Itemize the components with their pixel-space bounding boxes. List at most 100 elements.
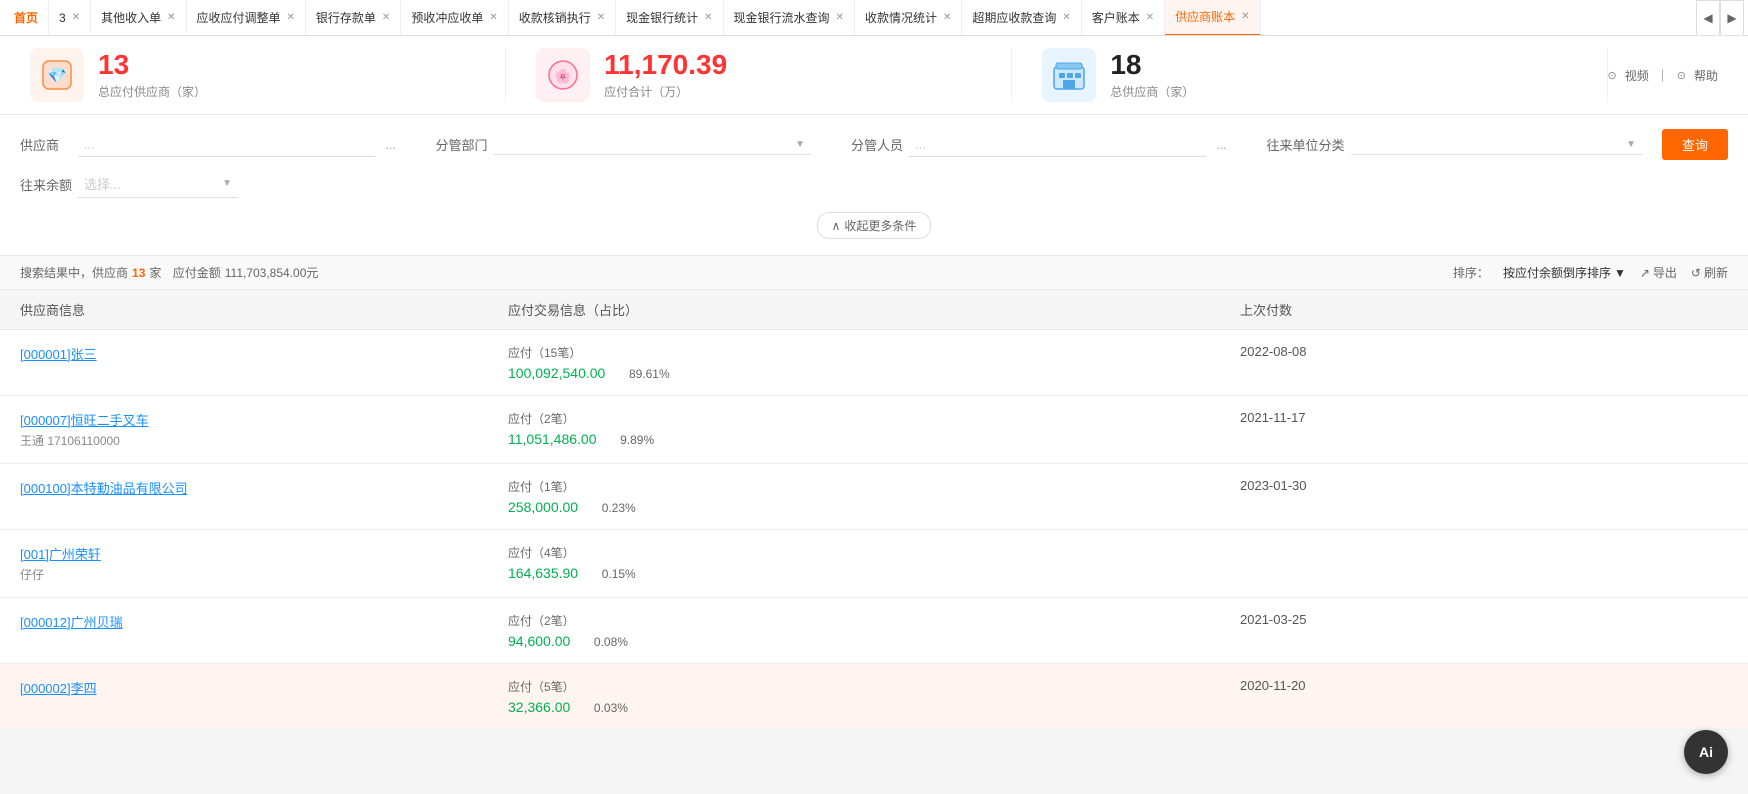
results-payable-label: 应付金额 [173,264,221,281]
tab-home[interactable]: 首页 [4,0,49,36]
tab-bank-deposit-label: 银行存款单 [316,9,376,26]
payable-count-beizui: 应付（2笔） [508,612,1240,629]
tab-collection-audit-close[interactable]: ✕ [597,12,605,23]
table-row: [001]广州荣轩 仔仔 应付（4笔） 164,635.90 0.15% [0,530,1748,598]
ai-badge[interactable]: Ai [1684,730,1728,774]
nav-arrow-right[interactable]: ▶ [1720,0,1744,36]
stat-payable-total-label: 应付合计（万） [604,83,727,100]
filter-category-label: 往来单位分类 [1267,135,1345,154]
tab-cash-bank-flow-label: 现金银行流水查询 [734,9,830,26]
results-summary-mid: 家 [149,264,161,281]
export-label: 导出 [1653,264,1677,281]
filter-person-label: 分管人员 [851,135,903,154]
supplier-link-lisi[interactable]: [000002]李四 [20,678,508,697]
transaction-info-cell: 应付（2笔） 94,600.00 0.08% [508,612,1240,649]
transaction-info-cell: 应付（5笔） 32,366.00 0.03% [508,678,1240,715]
results-actions: 排序： 按应付余额倒序排序 ▼ ↗ 导出 ↺ 刷新 [1453,264,1728,281]
percentage-rongxuan: 0.15% [602,567,636,581]
amount-lisi: 32,366.00 [508,699,570,715]
tab-3-close[interactable]: ✕ [72,12,80,23]
help-video-icon: ⊙ [1608,69,1617,82]
refresh-icon: ↺ [1691,266,1701,280]
search-button[interactable]: 查询 [1662,129,1728,160]
col-last-payment: 上次付数 [1240,300,1728,319]
amount-rongxuan: 164,635.90 [508,565,578,581]
tab-ap-adjustment-close[interactable]: ✕ [287,12,295,23]
col-supplier-info: 供应商信息 [20,300,508,319]
tab-supplier-account-close[interactable]: ✕ [1241,11,1249,22]
tab-collection-stats-close[interactable]: ✕ [943,12,951,23]
stat-total-suppliers-icon [1042,48,1096,102]
last-payment-cell-hengwang: 2021-11-17 [1240,410,1728,425]
help-links: ⊙ 视频 ｜ ⊙ 帮助 [1608,67,1728,84]
tab-bank-deposit[interactable]: 银行存款单 ✕ [306,0,401,36]
tab-overdue-query-close[interactable]: ✕ [1062,12,1070,23]
tab-advance-collection[interactable]: 预收冲应收单 ✕ [401,0,508,36]
percentage-hengwang: 9.89% [620,433,654,447]
tab-3[interactable]: 3 ✕ [49,0,91,36]
refresh-button[interactable]: ↺ 刷新 [1691,264,1728,281]
tab-cash-bank-flow-close[interactable]: ✕ [836,12,844,23]
help-video-link[interactable]: 视频 [1625,67,1649,84]
tab-other-income[interactable]: 其他收入单 ✕ [91,0,186,36]
supplier-sub-rongxuan: 仔仔 [20,566,508,583]
sort-value-text: 按应付余额倒序排序 [1503,264,1611,281]
supplier-info-cell: [000002]李四 [20,678,508,697]
stat-total-suppliers: 18 总供应商（家） [1012,48,1607,102]
filter-person-dots[interactable]: ... [1216,138,1226,152]
filter-balance-label: 往来余额 [20,175,72,194]
transaction-info-cell: 应付（1笔） 258,000.00 0.23% [508,478,1240,515]
filter-supplier-input[interactable] [78,133,375,157]
stat-payable-suppliers-icon: 💎 [30,48,84,102]
tab-advance-collection-close[interactable]: ✕ [489,12,497,23]
tab-bank-deposit-close[interactable]: ✕ [382,12,390,23]
last-payment-cell-beizui: 2021-03-25 [1240,612,1728,627]
filter-supplier: 供应商 ... [20,133,396,157]
tab-collection-stats-label: 收款情况统计 [865,9,937,26]
refresh-label: 刷新 [1704,264,1728,281]
sort-selector[interactable]: 按应付余额倒序排序 ▼ [1503,264,1626,281]
payable-count-bente: 应付（1笔） [508,478,1240,495]
tab-collection-audit[interactable]: 收款核销执行 ✕ [509,0,616,36]
tab-customer-account-close[interactable]: ✕ [1146,12,1154,23]
nav-arrow-left[interactable]: ◀ [1696,0,1720,36]
filter-supplier-dots[interactable]: ... [385,138,395,152]
export-button[interactable]: ↗ 导出 [1640,264,1677,281]
supplier-link-bente[interactable]: [000100]本特勤油品有限公司 [20,478,508,497]
filter-dept-select[interactable]: ▼ [494,135,811,155]
payable-count-lisi: 应付（5笔） [508,678,1240,695]
tab-other-income-close[interactable]: ✕ [167,12,175,23]
tab-supplier-account[interactable]: 供应商账本 ✕ [1165,0,1260,36]
sort-arrow-icon: ▼ [1614,266,1626,280]
filter-balance-select[interactable]: 选择... ▼ [78,170,238,198]
chevron-up-icon: ∧ [832,219,841,233]
supplier-link-beizui[interactable]: [000012]广州贝瑞 [20,612,508,631]
help-link[interactable]: 帮助 [1694,67,1718,84]
stat-payable-total-number: 11,170.39 [604,51,727,79]
table-row: [000100]本特勤油品有限公司 应付（1笔） 258,000.00 0.23… [0,464,1748,530]
svg-text:🌸: 🌸 [554,68,571,85]
filter-category-select[interactable]: ▼ [1351,135,1642,155]
tab-cash-bank-stats-close[interactable]: ✕ [704,12,712,23]
tab-cash-bank-flow[interactable]: 现金银行流水查询 ✕ [724,0,855,36]
tab-customer-account[interactable]: 客户账本 ✕ [1082,0,1165,36]
supplier-link-rongxuan[interactable]: [001]广州荣轩 [20,544,508,563]
supplier-link-zhangsan[interactable]: [000001]张三 [20,344,508,363]
col-transaction-info: 应付交易信息（占比） [508,300,1240,319]
filter-person-input[interactable] [909,133,1206,157]
supplier-table: 供应商信息 应付交易信息（占比） 上次付数 [000001]张三 应付（15笔）… [0,290,1748,730]
last-payment-cell-bente: 2023-01-30 [1240,478,1728,493]
tab-ap-adjustment[interactable]: 应收应付调整单 ✕ [187,0,306,36]
stat-total-suppliers-label: 总供应商（家） [1110,83,1194,100]
filter-row-1: 供应商 ... 分管部门 ▼ 分管人员 ... 往来单位分类 ▼ 查询 [20,129,1728,160]
tab-cash-bank-stats[interactable]: 现金银行统计 ✕ [616,0,723,36]
tab-customer-account-label: 客户账本 [1092,9,1140,26]
percentage-bente: 0.23% [602,501,636,515]
percentage-lisi: 0.03% [594,701,628,715]
results-summary-prefix: 搜索结果中，供应商 [20,264,128,281]
collapse-button[interactable]: ∧ 收起更多条件 [817,212,932,239]
tab-overdue-query[interactable]: 超期应收款查询 ✕ [962,0,1081,36]
tab-collection-stats[interactable]: 收款情况统计 ✕ [855,0,962,36]
help-icon: ⊙ [1677,69,1686,82]
supplier-link-hengwang[interactable]: [000007]恒旺二手叉车 [20,410,508,429]
